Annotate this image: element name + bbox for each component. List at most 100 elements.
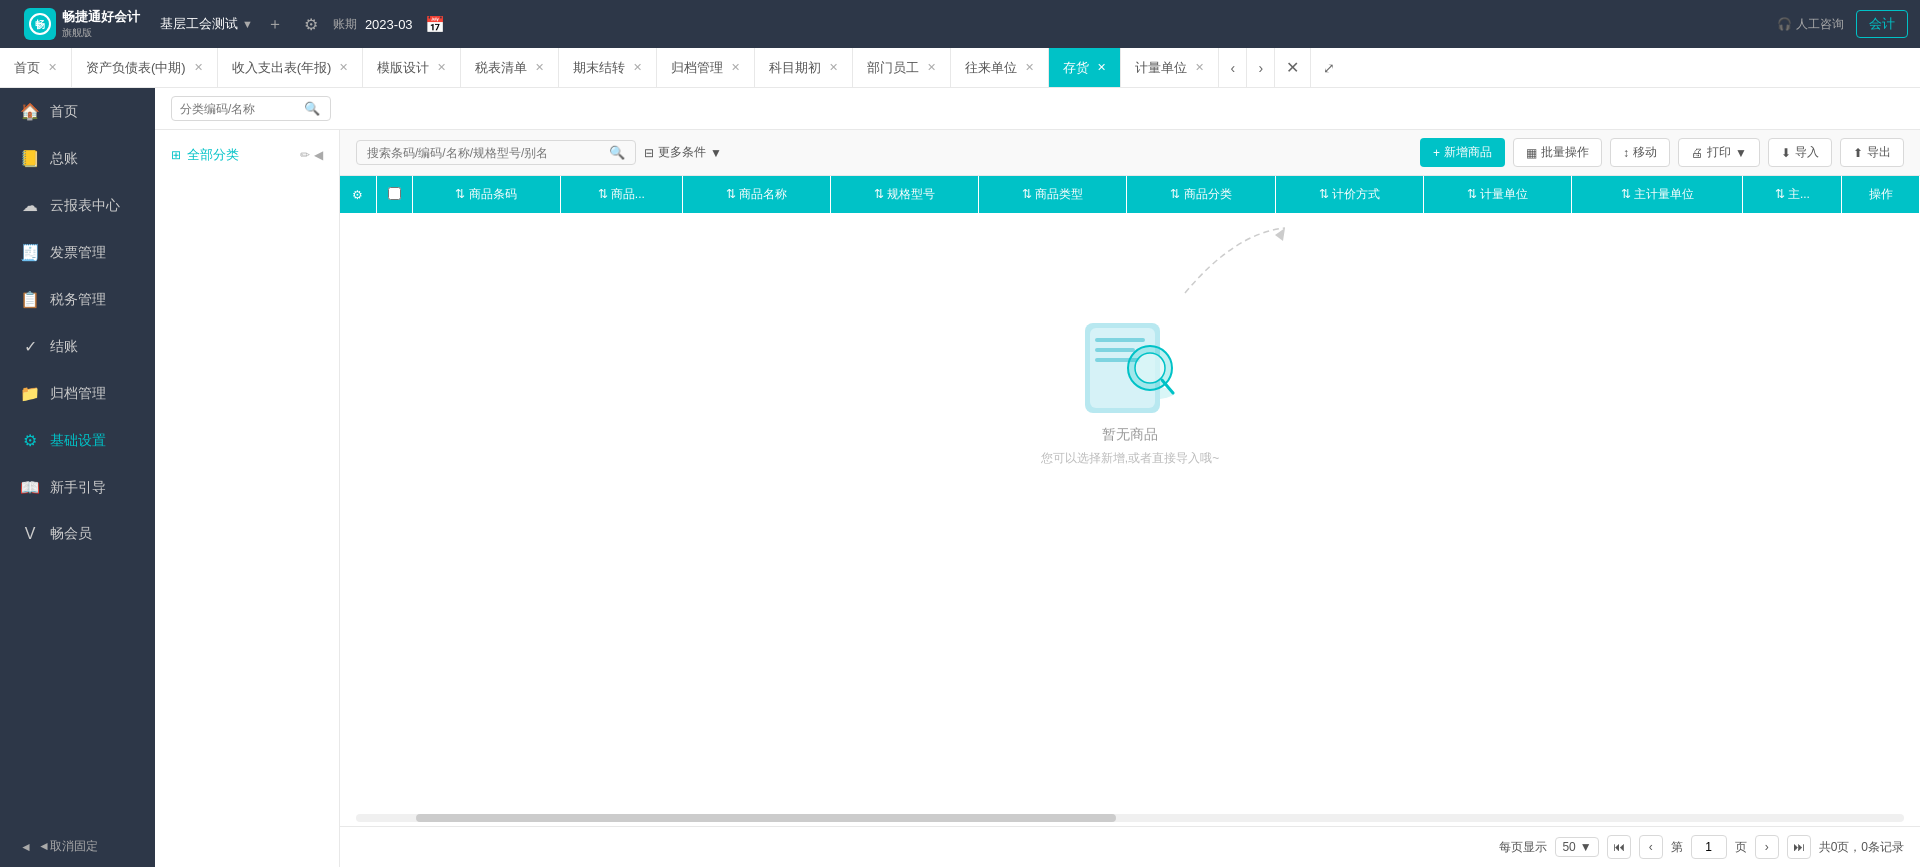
- batch-button[interactable]: ▦ 批量操作: [1513, 138, 1602, 167]
- tab-partner-close-icon[interactable]: ✕: [1025, 61, 1034, 74]
- sidebar-item-tax[interactable]: 📋 税务管理: [0, 276, 155, 323]
- category-search-box[interactable]: 🔍: [171, 96, 331, 121]
- export-button[interactable]: ⬆ 导出: [1840, 138, 1904, 167]
- last-page-button[interactable]: ⏭: [1787, 835, 1811, 859]
- select-all-checkbox[interactable]: [388, 187, 401, 200]
- unpin-label: ◄取消固定: [38, 838, 98, 855]
- tab-dept[interactable]: 部门员工 ✕: [853, 48, 951, 88]
- tab-next-icon[interactable]: ›: [1247, 48, 1275, 88]
- next-page-button[interactable]: ›: [1755, 835, 1779, 859]
- empty-title: 暂无商品: [1102, 426, 1158, 444]
- print-button[interactable]: 🖨 打印 ▼: [1678, 138, 1760, 167]
- tab-unit[interactable]: 计量单位 ✕: [1121, 48, 1219, 88]
- page-unit: 页: [1735, 839, 1747, 856]
- add-icon: +: [1433, 146, 1440, 160]
- sidebar-item-archive[interactable]: 📁 归档管理: [0, 370, 155, 417]
- tab-partner[interactable]: 往来单位 ✕: [951, 48, 1049, 88]
- tab-tax-label: 税表清单: [475, 59, 527, 77]
- col-main-abbr[interactable]: ⇅ 主...: [1743, 176, 1842, 213]
- left-panel: ⊞ 全部分类 ✏ ◀: [155, 130, 340, 867]
- horizontal-scrollbar-thumb[interactable]: [416, 814, 1116, 822]
- account-button[interactable]: 会计: [1856, 10, 1908, 38]
- tab-subject[interactable]: 科目期初 ✕: [755, 48, 853, 88]
- tab-unit-close-icon[interactable]: ✕: [1195, 61, 1204, 74]
- tab-tax[interactable]: 税表清单 ✕: [461, 48, 559, 88]
- sidebar-unpin-button[interactable]: ◄ ◄取消固定: [0, 826, 155, 867]
- settings-icon[interactable]: ⚙: [297, 10, 325, 38]
- tab-period-close-icon[interactable]: ✕: [633, 61, 642, 74]
- tab-income-close-icon[interactable]: ✕: [339, 61, 348, 74]
- col-spec-sort-icon: ⇅: [874, 187, 884, 201]
- category-edit-icon[interactable]: ✏: [300, 148, 310, 162]
- filter-icon: ⊟: [644, 146, 654, 160]
- ai-consult-button[interactable]: 🎧 人工咨询: [1777, 16, 1844, 33]
- archive-icon: 📁: [20, 384, 40, 403]
- col-main-unit[interactable]: ⇅ 主计量单位: [1572, 176, 1743, 213]
- first-page-button[interactable]: ⏮: [1607, 835, 1631, 859]
- col-category[interactable]: ⇅ 商品分类: [1127, 176, 1275, 213]
- tab-template[interactable]: 模版设计 ✕: [363, 48, 461, 88]
- calendar-icon[interactable]: 📅: [421, 10, 449, 38]
- search-icon: 🔍: [304, 101, 320, 116]
- sidebar-item-member[interactable]: V 畅会员: [0, 511, 155, 557]
- add-product-button[interactable]: + 新增商品: [1420, 138, 1505, 167]
- move-button[interactable]: ↕ 移动: [1610, 138, 1670, 167]
- sidebar: 🏠 首页 📒 总账 ☁ 云报表中心 🧾 发票管理 📋 税务管理 ✓ 结账 📁 归…: [0, 88, 155, 867]
- tab-home[interactable]: 首页 ✕: [0, 48, 72, 88]
- sidebar-ledger-label: 总账: [50, 150, 78, 168]
- sidebar-item-ledger[interactable]: 📒 总账: [0, 135, 155, 182]
- tab-income[interactable]: 收入支出表(年报) ✕: [218, 48, 364, 88]
- col-unit[interactable]: ⇅ 计量单位: [1423, 176, 1571, 213]
- horizontal-scrollbar[interactable]: [356, 814, 1904, 822]
- tab-prev-icon[interactable]: ‹: [1219, 48, 1247, 88]
- page-number-input[interactable]: [1691, 835, 1727, 859]
- category-all[interactable]: ⊞ 全部分类 ✏ ◀: [155, 138, 339, 172]
- category-collapse-icon[interactable]: ◀: [314, 148, 323, 162]
- tab-asset[interactable]: 资产负债表(中期) ✕: [72, 48, 218, 88]
- tab-subject-close-icon[interactable]: ✕: [829, 61, 838, 74]
- sidebar-item-checkout[interactable]: ✓ 结账: [0, 323, 155, 370]
- sidebar-settings-label: 基础设置: [50, 432, 106, 450]
- tab-home-close-icon[interactable]: ✕: [48, 61, 57, 74]
- col-settings[interactable]: ⚙: [340, 176, 376, 213]
- sidebar-item-settings[interactable]: ⚙ 基础设置: [0, 417, 155, 464]
- tab-archive-close-icon[interactable]: ✕: [731, 61, 740, 74]
- filter-button[interactable]: ⊟ 更多条件 ▼: [644, 144, 722, 161]
- tab-template-label: 模版设计: [377, 59, 429, 77]
- per-page-value: 50: [1562, 840, 1575, 854]
- tab-expand-icon[interactable]: ⤢: [1311, 48, 1347, 88]
- import-button[interactable]: ⬇ 导入: [1768, 138, 1832, 167]
- col-spec[interactable]: ⇅ 规格型号: [830, 176, 978, 213]
- add-tab-icon[interactable]: ＋: [261, 10, 289, 38]
- tab-asset-close-icon[interactable]: ✕: [194, 61, 203, 74]
- col-name[interactable]: ⇅ 商品名称: [682, 176, 830, 213]
- prev-page-button[interactable]: ‹: [1639, 835, 1663, 859]
- col-checkbox[interactable]: [376, 176, 412, 213]
- tab-inventory-close-icon[interactable]: ✕: [1097, 61, 1106, 74]
- tab-template-close-icon[interactable]: ✕: [437, 61, 446, 74]
- col-barcode-sort-icon: ⇅: [455, 187, 465, 201]
- tab-period[interactable]: 期末结转 ✕: [559, 48, 657, 88]
- per-page-dropdown[interactable]: 50 ▼: [1555, 837, 1598, 857]
- tab-inventory[interactable]: 存货 ✕: [1049, 48, 1121, 88]
- sidebar-item-cloud[interactable]: ☁ 云报表中心: [0, 182, 155, 229]
- col-barcode[interactable]: ⇅ 商品条码: [412, 176, 560, 213]
- sidebar-item-guide[interactable]: 📖 新手引导: [0, 464, 155, 511]
- tab-dept-close-icon[interactable]: ✕: [927, 61, 936, 74]
- top-toolbar: 🔍: [155, 88, 1920, 130]
- top-right: 🎧 人工咨询 会计: [1777, 10, 1908, 38]
- workspace-selector[interactable]: 基层工会测试 ▼: [160, 15, 253, 33]
- tab-tax-close-icon[interactable]: ✕: [535, 61, 544, 74]
- logo-area: 畅 畅捷通好会计 旗舰版: [12, 8, 152, 40]
- sidebar-item-home[interactable]: 🏠 首页: [0, 88, 155, 135]
- product-search-input[interactable]: [367, 146, 605, 160]
- col-code[interactable]: ⇅ 商品...: [560, 176, 682, 213]
- category-search-input[interactable]: [180, 102, 300, 116]
- tab-archive[interactable]: 归档管理 ✕: [657, 48, 755, 88]
- sidebar-item-invoice[interactable]: 🧾 发票管理: [0, 229, 155, 276]
- product-search-box[interactable]: 🔍: [356, 140, 636, 165]
- tab-close-all-icon[interactable]: ✕: [1275, 48, 1311, 88]
- app-sub: 旗舰版: [62, 26, 140, 40]
- col-price-mode[interactable]: ⇅ 计价方式: [1275, 176, 1423, 213]
- col-type[interactable]: ⇅ 商品类型: [979, 176, 1127, 213]
